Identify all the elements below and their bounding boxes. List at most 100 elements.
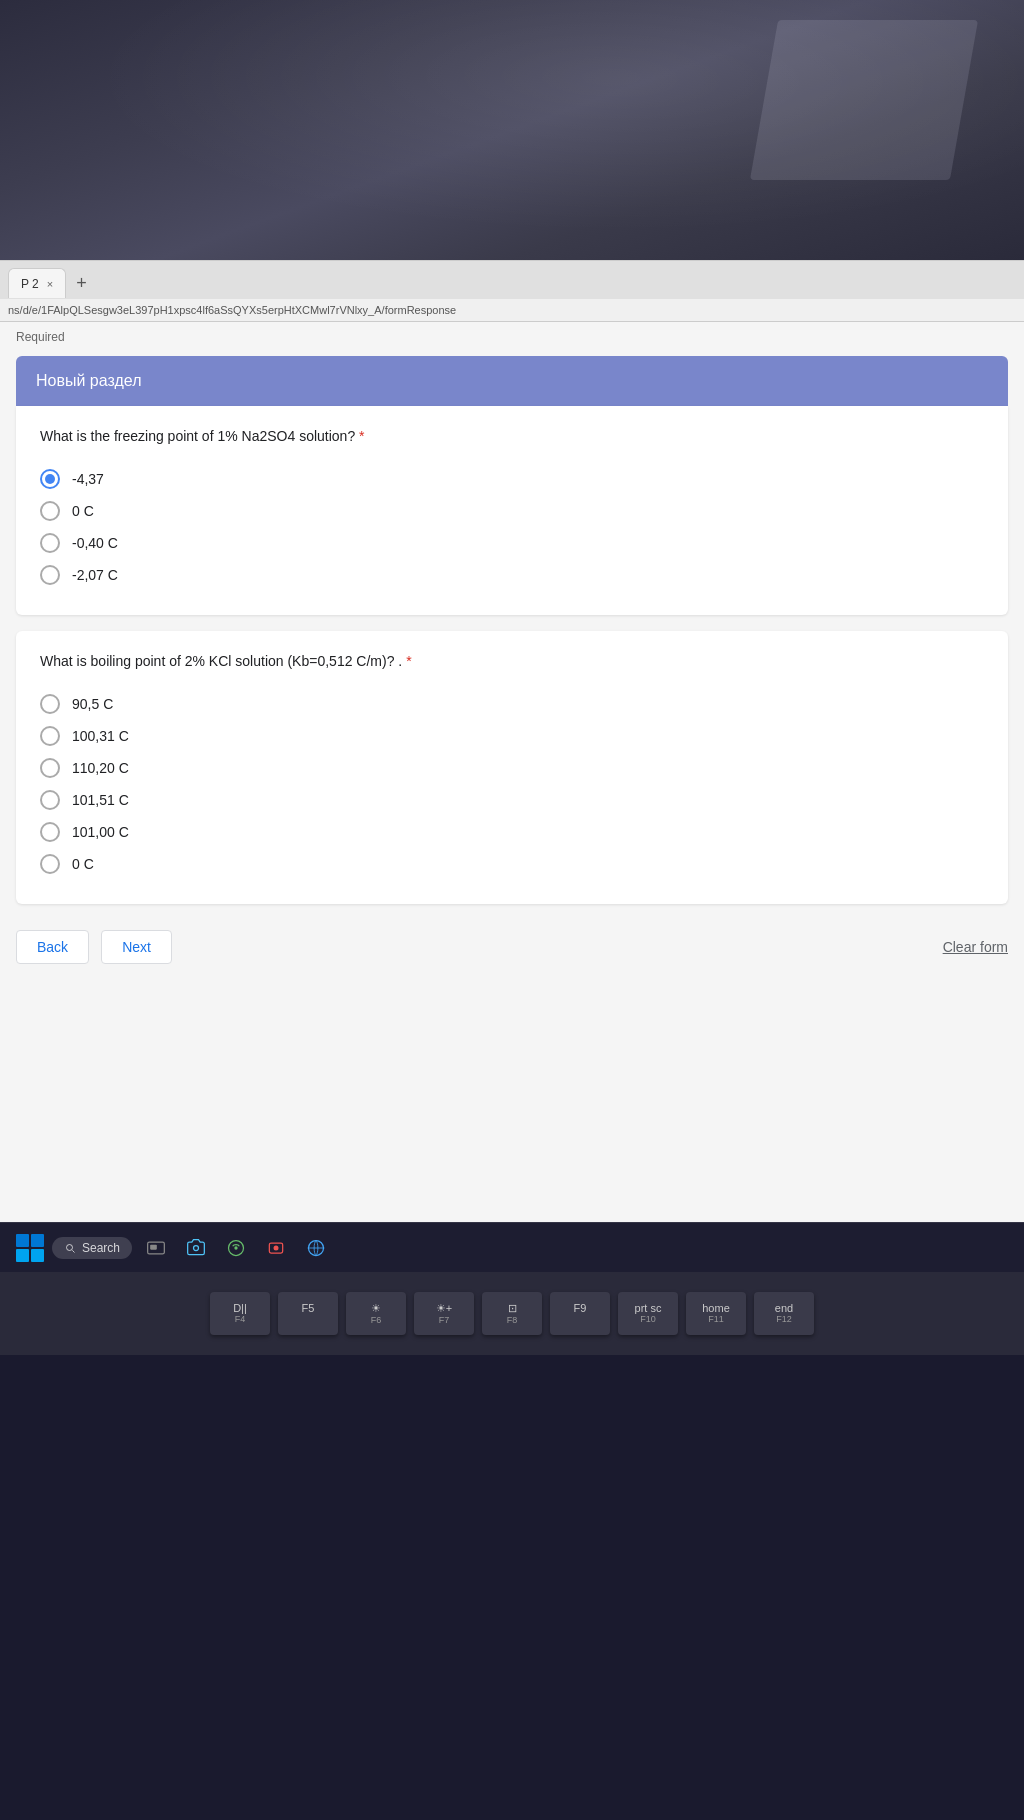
camera-icon	[186, 1238, 206, 1258]
windows-icon-sq2	[31, 1234, 44, 1247]
q2-label-d: 101,51 C	[72, 792, 129, 808]
key-f10-main: prt sc	[635, 1302, 662, 1314]
next-button[interactable]: Next	[101, 930, 172, 964]
taskbar-search-label: Search	[82, 1241, 120, 1255]
q2-label-c: 110,20 C	[72, 760, 129, 776]
key-f6-fn: F6	[362, 1315, 390, 1325]
key-f11-fn: F11	[702, 1314, 730, 1324]
url-text[interactable]: ns/d/e/1FAlpQLSesgw3eL397pH1xpsc4lf6aSsQ…	[8, 304, 1016, 316]
taskbar-app-settings[interactable]	[260, 1232, 292, 1264]
q1-label-a: -4,37	[72, 471, 104, 487]
svg-point-6	[274, 1245, 279, 1250]
q2-option-f[interactable]: 0 C	[40, 848, 984, 880]
q2-radio-e[interactable]	[40, 822, 60, 842]
key-f11[interactable]: home F11	[686, 1292, 746, 1335]
question-1-card: What is the freezing point of 1% Na2SO4 …	[16, 406, 1008, 615]
windows-icon-sq1	[16, 1234, 29, 1247]
q2-option-b[interactable]: 100,31 C	[40, 720, 984, 752]
q1-label-b: 0 C	[72, 503, 94, 519]
q1-option-c[interactable]: -0,40 C	[40, 527, 984, 559]
laptop-reflection-area	[0, 0, 1024, 260]
clear-form-button[interactable]: Clear form	[943, 939, 1008, 955]
key-f4-main: D||	[233, 1302, 247, 1314]
edge-icon	[146, 1238, 166, 1258]
key-f12-fn: F12	[770, 1314, 798, 1324]
key-f9[interactable]: F9	[550, 1292, 610, 1335]
question-2-text: What is boiling point of 2% KCl solution…	[40, 651, 984, 672]
browser-tabs: P 2 × +	[0, 261, 1024, 299]
windows-start-button[interactable]	[16, 1234, 44, 1262]
key-f5-main: F5	[302, 1302, 315, 1314]
key-f8[interactable]: ⊡ F8	[482, 1292, 542, 1335]
windows-icon-sq4	[31, 1249, 44, 1262]
browser-frame: P 2 × + ns/d/e/1FAlpQLSesgw3eL397pH1xpsc…	[0, 260, 1024, 322]
svg-point-4	[234, 1246, 237, 1249]
required-label: Required	[16, 322, 1008, 356]
new-tab-button[interactable]: +	[70, 274, 93, 292]
key-f10-fn: F10	[634, 1314, 662, 1324]
taskbar-app-edge[interactable]	[140, 1232, 172, 1264]
search-icon	[64, 1242, 76, 1254]
key-f12[interactable]: end F12	[754, 1292, 814, 1335]
taskbar-app-browser[interactable]	[300, 1232, 332, 1264]
key-f8-main: ⊡	[508, 1302, 517, 1314]
q2-label-b: 100,31 C	[72, 728, 129, 744]
q2-option-d[interactable]: 101,51 C	[40, 784, 984, 816]
q2-radio-c[interactable]	[40, 758, 60, 778]
q1-option-a[interactable]: -4,37	[40, 463, 984, 495]
svg-rect-1	[150, 1244, 157, 1249]
key-f8-fn: F8	[498, 1315, 526, 1325]
required-star-q1: *	[359, 428, 364, 444]
key-f6[interactable]: ☀ F6	[346, 1292, 406, 1335]
settings-icon	[266, 1238, 286, 1258]
key-f10[interactable]: prt sc F10	[618, 1292, 678, 1335]
question-2-card: What is boiling point of 2% KCl solution…	[16, 631, 1008, 904]
content-area: Required Новый раздел What is the freezi…	[0, 322, 1024, 1222]
q1-radio-c[interactable]	[40, 533, 60, 553]
key-f6-main: ☀	[371, 1302, 381, 1314]
key-f12-main: end	[775, 1302, 793, 1314]
q2-label-e: 101,00 C	[72, 824, 129, 840]
tab-close-button[interactable]: ×	[47, 278, 53, 290]
q1-option-b[interactable]: 0 C	[40, 495, 984, 527]
key-f11-main: home	[702, 1302, 730, 1314]
q2-option-a[interactable]: 90,5 C	[40, 688, 984, 720]
q2-option-e[interactable]: 101,00 C	[40, 816, 984, 848]
windows-icon-sq3	[16, 1249, 29, 1262]
browser-tab-active[interactable]: P 2 ×	[8, 268, 66, 298]
q2-radio-b[interactable]	[40, 726, 60, 746]
key-f5[interactable]: F5	[278, 1292, 338, 1335]
key-f7-fn: F7	[430, 1315, 458, 1325]
tab-label: P 2	[21, 277, 39, 291]
q1-label-c: -0,40 C	[72, 535, 118, 551]
key-f7[interactable]: ☀+ F7	[414, 1292, 474, 1335]
phone-icon	[226, 1238, 246, 1258]
taskbar-app-camera[interactable]	[180, 1232, 212, 1264]
form-buttons: Back Next Clear form	[16, 920, 1008, 974]
q2-radio-d[interactable]	[40, 790, 60, 810]
required-star-q2: *	[406, 653, 411, 669]
key-f7-main: ☀+	[436, 1302, 452, 1314]
address-bar: ns/d/e/1FAlpQLSesgw3eL397pH1xpsc4lf6aSsQ…	[0, 299, 1024, 322]
svg-point-2	[194, 1245, 199, 1250]
keyboard-area: D|| F4 F5 ☀ F6 ☀+ F7 ⊡ F8 F9 prt sc F10 …	[0, 1272, 1024, 1355]
key-f9-main: F9	[574, 1302, 587, 1314]
taskbar-search[interactable]: Search	[52, 1237, 132, 1259]
q1-label-d: -2,07 C	[72, 567, 118, 583]
q2-option-c[interactable]: 110,20 C	[40, 752, 984, 784]
q1-radio-d[interactable]	[40, 565, 60, 585]
taskbar-app-phone[interactable]	[220, 1232, 252, 1264]
back-button[interactable]: Back	[16, 930, 89, 964]
key-f4-fn: F4	[226, 1314, 254, 1324]
taskbar: Search	[0, 1222, 1024, 1272]
browser-icon	[306, 1238, 326, 1258]
q1-radio-a[interactable]	[40, 469, 60, 489]
q2-radio-f[interactable]	[40, 854, 60, 874]
q2-radio-a[interactable]	[40, 694, 60, 714]
key-f4[interactable]: D|| F4	[210, 1292, 270, 1335]
section-header: Новый раздел	[16, 356, 1008, 406]
q2-label-a: 90,5 C	[72, 696, 113, 712]
q2-label-f: 0 C	[72, 856, 94, 872]
q1-option-d[interactable]: -2,07 C	[40, 559, 984, 591]
q1-radio-b[interactable]	[40, 501, 60, 521]
